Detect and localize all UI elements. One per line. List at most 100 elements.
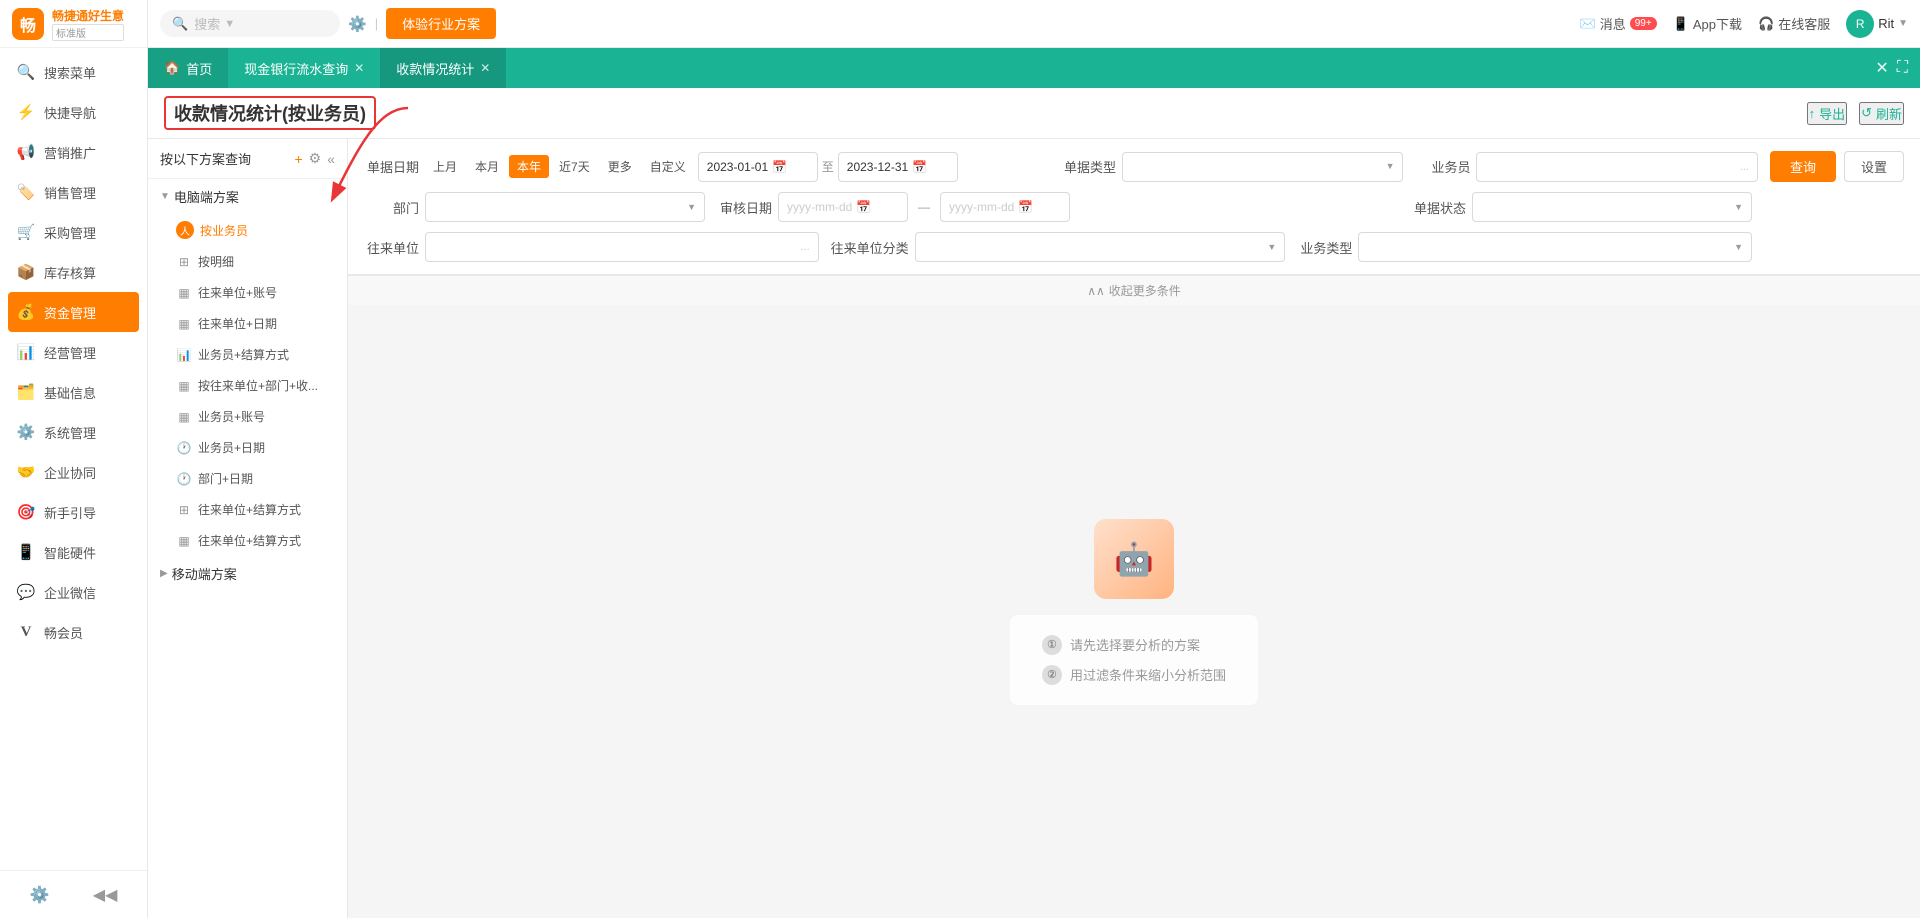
sidebar-item-inventory[interactable]: 📦 库存核算 [0, 252, 147, 292]
sales-icon: 🏷️ [16, 182, 36, 202]
business-type-select[interactable] [1358, 232, 1752, 262]
right-panel: 单据日期 上月 本月 本年 近7天 更多 自定义 2023- [348, 139, 1920, 918]
query-btn[interactable]: 查询 [1770, 151, 1836, 182]
sidebar-item-guide[interactable]: 🎯 新手引导 [0, 492, 147, 532]
date-to-input[interactable]: 2023-12-31 📅 [838, 152, 958, 182]
date-btn-custom[interactable]: 自定义 [642, 155, 694, 178]
sidebar-item-marketing[interactable]: 📢 营销推广 [0, 132, 147, 172]
sidebar-item-finance[interactable]: 💰 资金管理 [8, 292, 139, 332]
tab-cashflow[interactable]: 现金银行流水查询 ✕ [228, 48, 380, 88]
sidebar-settings-btn[interactable]: ⚙️ [30, 885, 50, 905]
empty-hint: ① 请先选择要分析的方案 ② 用过滤条件来缩小分析范围 [1010, 615, 1258, 705]
export-icon: ↑ [1809, 106, 1816, 121]
tab-receipt-close[interactable]: ✕ [480, 61, 490, 75]
doctype-arrow [1386, 161, 1395, 172]
scheme-panel: 按以下方案查询 + ⚙ « ▼ 电脑端方案 人 按业务员 [148, 139, 348, 918]
salesperson-select[interactable]: ... [1476, 152, 1758, 182]
scheme-collapse-btn[interactable]: « [327, 151, 335, 167]
doctype-select[interactable] [1122, 152, 1404, 182]
scheme-actions: + ⚙ « [294, 150, 335, 167]
scheme-item-salesperson-settlement[interactable]: 📊 业务员+结算方式 [148, 339, 347, 370]
tab-expand-btn[interactable]: ⛶ [1897, 59, 1908, 77]
scheme-group-mobile-header[interactable]: ▶ 移动端方案 [148, 556, 347, 591]
logo-text: 畅捷通好生意 标准版 [52, 7, 124, 41]
sidebar-item-weixin[interactable]: 💬 企业微信 [0, 572, 147, 612]
service-icon: 🎧 [1758, 16, 1774, 32]
detail-icon: ⊞ [176, 254, 192, 270]
scheme-item-unit-dept-receipt[interactable]: ▦ 按往来单位+部门+收... [148, 370, 347, 401]
sidebar-item-search[interactable]: 🔍 搜索菜单 [0, 52, 147, 92]
date-btn-7days[interactable]: 近7天 [551, 155, 598, 178]
dept-select[interactable] [425, 192, 705, 222]
scheme-add-btn[interactable]: + [294, 151, 302, 167]
quicknav-icon: ⚡ [16, 102, 36, 122]
scheme-item-by-detail[interactable]: ⊞ 按明细 [148, 246, 347, 277]
sidebar-item-purchase[interactable]: 🛒 采购管理 [0, 212, 147, 252]
counterpart-select[interactable]: ... [425, 232, 819, 262]
date-btn-last-month[interactable]: 上月 [425, 155, 465, 178]
sidebar-item-enterprise[interactable]: 🤝 企业协同 [0, 452, 147, 492]
header-gear-icon[interactable]: ⚙️ [348, 15, 367, 33]
salesperson-settlement-icon: 📊 [176, 347, 192, 363]
logo-icon: 畅 [12, 8, 44, 40]
tab-bar: 🏠 首页 现金银行流水查询 ✕ 收款情况统计 ✕ ✕ ⛶ [148, 48, 1920, 88]
finance-icon: 💰 [16, 302, 36, 322]
dept-date-icon: 🕐 [176, 471, 192, 487]
salesperson-account-icon: ▦ [176, 409, 192, 425]
app-download-btn[interactable]: 📱 App下载 [1673, 14, 1742, 33]
sidebar-item-sales[interactable]: 🏷️ 销售管理 [0, 172, 147, 212]
date-btn-this-month[interactable]: 本月 [467, 155, 507, 178]
unit-date-icon: ▦ [176, 316, 192, 332]
scheme-item-salesperson-account[interactable]: ▦ 业务员+账号 [148, 401, 347, 432]
message-badge: 99+ [1630, 17, 1657, 30]
salesperson-more-btn[interactable]: ... [1740, 161, 1749, 173]
counterpart-more-btn[interactable]: ... [801, 241, 810, 253]
counterpart-category-select[interactable] [915, 232, 1286, 262]
tab-cashflow-close[interactable]: ✕ [354, 61, 364, 75]
date-from-input[interactable]: 2023-01-01 📅 [698, 152, 818, 182]
tab-close-all-btn[interactable]: ✕ [1875, 58, 1888, 78]
scheme-item-dept-date[interactable]: 🕐 部门+日期 [148, 463, 347, 494]
counterpart-category-label: 往来单位分类 [831, 238, 909, 257]
tab-home[interactable]: 🏠 首页 [148, 48, 228, 88]
header-search[interactable]: 🔍 搜索 ▼ [160, 10, 340, 37]
sidebar-item-basic[interactable]: 🗂️ 基础信息 [0, 372, 147, 412]
review-to-input[interactable]: yyyy-mm-dd 📅 [940, 192, 1070, 222]
export-btn[interactable]: ↑ 导出 [1807, 102, 1848, 125]
date-btn-more[interactable]: 更多 [600, 155, 640, 178]
calendar-icon4: 📅 [1018, 200, 1033, 214]
sidebar-item-system[interactable]: ⚙️ 系统管理 [0, 412, 147, 452]
filter-counterpart-category-item: 往来单位分类 [831, 232, 1286, 262]
tab-receipt[interactable]: 收款情况统计 ✕ [380, 48, 506, 88]
user-area[interactable]: R Rit ▼ [1846, 10, 1908, 38]
sidebar-item-quicknav[interactable]: ⚡ 快捷导航 [0, 92, 147, 132]
counterpart-category-arrow [1267, 242, 1276, 253]
refresh-btn[interactable]: ↺ 刷新 [1859, 102, 1904, 125]
scheme-item-by-salesperson[interactable]: 人 按业务员 [148, 214, 347, 246]
online-service-btn[interactable]: 🎧 在线客服 [1758, 14, 1830, 33]
sidebar-collapse-btn[interactable]: ◀◀ [93, 885, 118, 905]
unit-dept-icon: ▦ [176, 378, 192, 394]
date-btn-this-year[interactable]: 本年 [509, 155, 549, 178]
scheme-item-salesperson-date[interactable]: 🕐 业务员+日期 [148, 432, 347, 463]
vip-icon: V [16, 622, 36, 642]
message-btn[interactable]: ✉️ 消息 99+ [1580, 14, 1657, 33]
docstatus-select[interactable] [1472, 192, 1752, 222]
scheme-settings-btn[interactable]: ⚙ [309, 150, 322, 167]
scheme-group-desktop-header[interactable]: ▼ 电脑端方案 [148, 179, 347, 214]
sidebar-item-vip[interactable]: V 畅会员 [0, 612, 147, 652]
page-header: 收款情况统计(按业务员) ↑ 导出 ↺ 刷新 [148, 88, 1920, 139]
hardware-icon: 📱 [16, 542, 36, 562]
sidebar-item-hardware[interactable]: 📱 智能硬件 [0, 532, 147, 572]
main-content: 收款情况统计(按业务员) ↑ 导出 ↺ 刷新 按以下方案查询 + ⚙ « [148, 88, 1920, 918]
scheme-item-unit-settlement1[interactable]: ⊞ 往来单位+结算方式 [148, 494, 347, 525]
review-from-input[interactable]: yyyy-mm-dd 📅 [778, 192, 908, 222]
sidebar-item-operations[interactable]: 📊 经营管理 [0, 332, 147, 372]
settings-btn[interactable]: 设置 [1844, 151, 1904, 182]
scheme-item-unit-date[interactable]: ▦ 往来单位+日期 [148, 308, 347, 339]
scheme-item-unit-account[interactable]: ▦ 往来单位+账号 [148, 277, 347, 308]
collapse-row[interactable]: ∧∧ 收起更多条件 [348, 275, 1920, 305]
filter-docstatus-item: 单据状态 [1411, 192, 1752, 222]
solution-btn[interactable]: 体验行业方案 [386, 8, 496, 39]
scheme-item-unit-settlement2[interactable]: ▦ 往来单位+结算方式 [148, 525, 347, 556]
